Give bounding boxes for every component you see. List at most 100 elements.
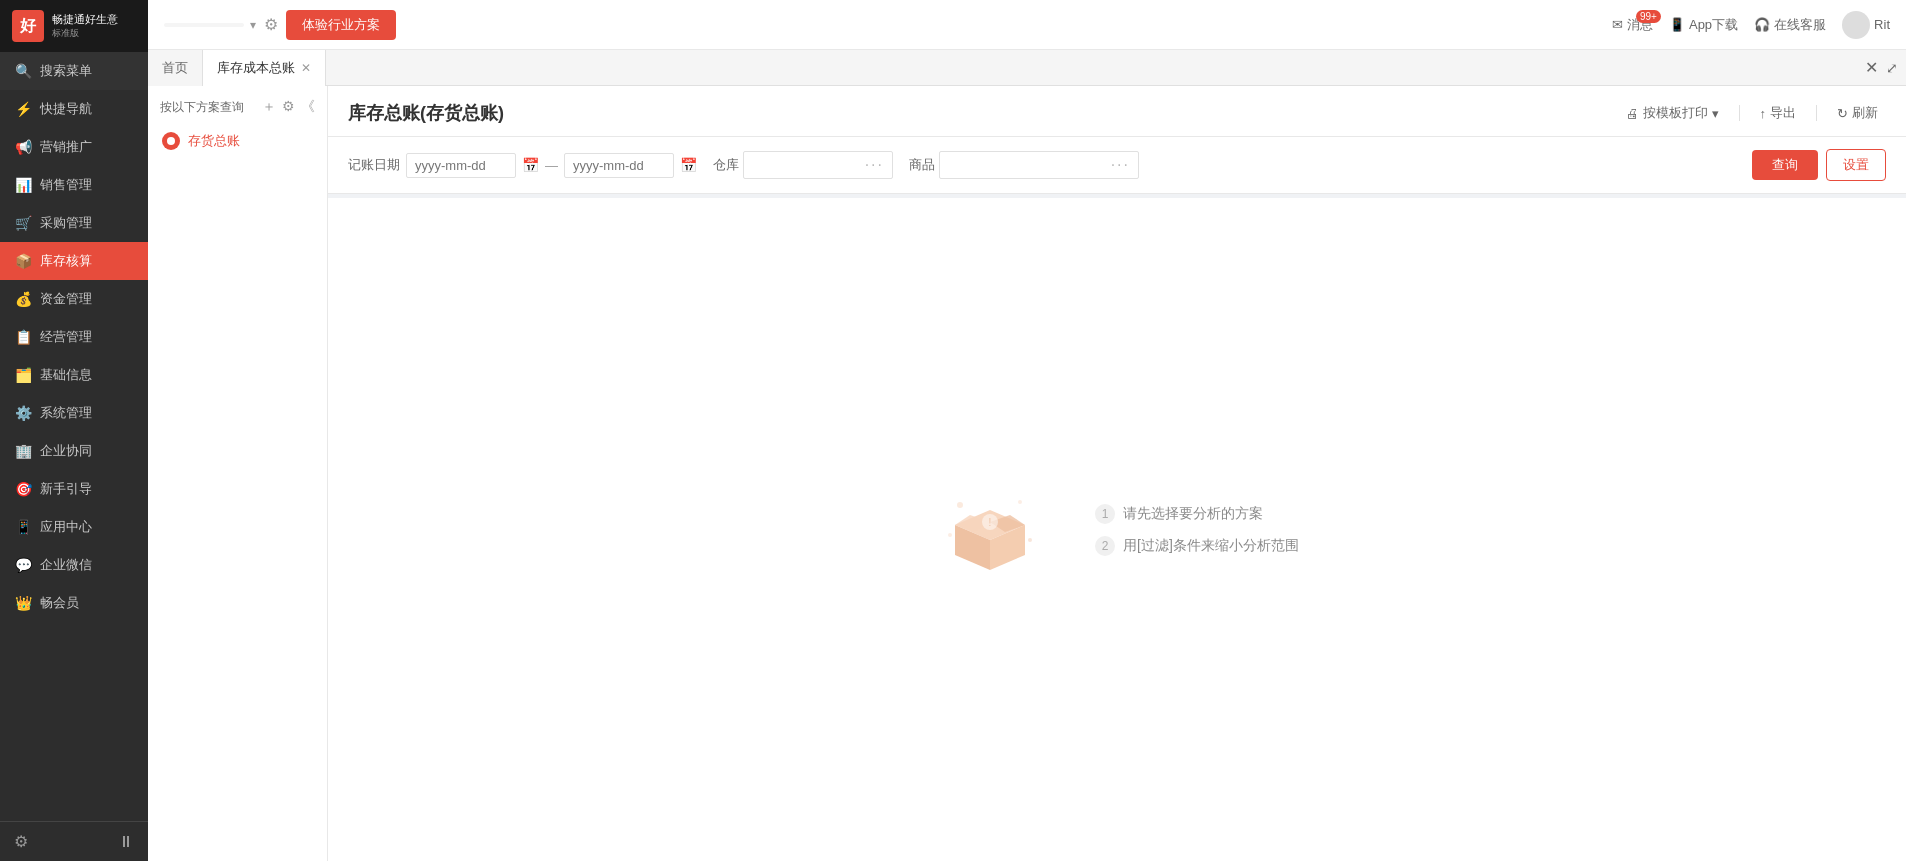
app-version: 标准版	[52, 27, 118, 40]
content-area: 库存总账(存货总账) 🖨 按模板打印 ▾ ↑ 导出 ↻ 刷	[328, 86, 1906, 861]
sidebar-item-marketing[interactable]: 📢 营销推广	[0, 128, 148, 166]
tab-home[interactable]: 首页	[148, 50, 203, 86]
sidebar-item-wechat[interactable]: 💬 企业微信	[0, 546, 148, 584]
panel-resize-button[interactable]: ⤢	[1886, 60, 1898, 76]
action-divider	[1739, 105, 1740, 121]
warehouse-select[interactable]: ···	[743, 151, 893, 179]
chevron-down-icon[interactable]: ▾	[250, 18, 256, 32]
sidebar-item-label: 企业协同	[40, 442, 92, 460]
sidebar-item-label: 畅会员	[40, 594, 79, 612]
print-button[interactable]: 🖨 按模板打印 ▾	[1618, 100, 1727, 126]
headset-icon: 🎧	[1754, 17, 1770, 32]
refresh-button[interactable]: ↻ 刷新	[1829, 100, 1886, 126]
collapse-filter-icon[interactable]: 《	[301, 98, 315, 116]
sidebar-item-enterprise[interactable]: 🏢 企业协同	[0, 432, 148, 470]
svg-point-11	[1028, 538, 1032, 542]
app-logo: 好 畅捷通好生意 标准版	[0, 0, 148, 52]
svg-point-10	[948, 533, 952, 537]
sidebar-item-label: 系统管理	[40, 404, 92, 422]
sidebar-nav: ⚡ 快捷导航 📢 营销推广 📊 销售管理 🛒 采购管理 📦 库存核算 💰 资金管…	[0, 90, 148, 821]
trial-button[interactable]: 体验行业方案	[286, 10, 396, 40]
sidebar-item-label: 应用中心	[40, 518, 92, 536]
filter-dot-icon	[162, 132, 180, 150]
print-dropdown-icon[interactable]: ▾	[1712, 106, 1719, 121]
topbar-settings-icon[interactable]: ⚙	[264, 15, 278, 34]
sales-icon: 📊	[14, 176, 32, 194]
date-from-input[interactable]	[406, 153, 516, 178]
main-area: ▾ ⚙ 体验行业方案 ✉ 消息 99+ 📱 App下载 🎧 在线客服 Rit	[148, 0, 1906, 861]
goods-label: 商品	[909, 156, 935, 174]
sidebar-item-purchase[interactable]: 🛒 采购管理	[0, 204, 148, 242]
action-divider2	[1816, 105, 1817, 121]
sidebar-item-inventory[interactable]: 📦 库存核算	[0, 242, 148, 280]
topbar-left: ▾ ⚙ 体验行业方案	[164, 10, 396, 40]
enterprise-icon: 🏢	[14, 442, 32, 460]
filter-item-inventory[interactable]: 存货总账	[148, 124, 327, 158]
tabbar: 首页 库存成本总账 ✕ ✕ ⤢	[148, 50, 1906, 86]
app-name: 畅捷通好生意	[52, 12, 118, 26]
settings-button[interactable]: 设置	[1826, 149, 1886, 181]
settings-footer-icon[interactable]: ⚙	[14, 832, 28, 851]
panel-close-button[interactable]: ✕	[1865, 58, 1878, 77]
add-filter-icon[interactable]: ＋	[262, 98, 276, 116]
tip-num-1: 1	[1095, 504, 1115, 524]
sidebar-item-system[interactable]: ⚙️ 系统管理	[0, 394, 148, 432]
app-download-label: App下载	[1689, 16, 1738, 34]
sidebar-item-label: 新手引导	[40, 480, 92, 498]
settings-filter-icon[interactable]: ⚙	[282, 98, 295, 116]
collapse-icon[interactable]: ⏸	[118, 833, 134, 851]
phone-icon: 📱	[1669, 17, 1685, 32]
goods-field: 商品 ···	[909, 151, 1139, 179]
vip-icon: 👑	[14, 594, 32, 612]
sidebar-item-vip[interactable]: 👑 畅会员	[0, 584, 148, 622]
calendar-from-icon[interactable]: 📅	[522, 157, 539, 173]
sidebar-item-operation[interactable]: 📋 经营管理	[0, 318, 148, 356]
tab-inventory-label: 库存成本总账	[217, 59, 295, 77]
logo-icon: 好	[12, 10, 44, 42]
search-menu-item[interactable]: 🔍 搜索菜单	[0, 52, 148, 90]
search-button[interactable]: 查询	[1752, 150, 1818, 180]
sidebar-item-newuser[interactable]: 🎯 新手引导	[0, 470, 148, 508]
system-icon: ⚙️	[14, 404, 32, 422]
calendar-to-icon[interactable]: 📅	[680, 157, 697, 173]
wechat-icon: 💬	[14, 556, 32, 574]
marketing-icon: 📢	[14, 138, 32, 156]
sidebar-item-basic[interactable]: 🗂️ 基础信息	[0, 356, 148, 394]
empty-state: ! 1 请先选择要分析的方案	[328, 198, 1906, 861]
tab-inventory-ledger[interactable]: 库存成本总账 ✕	[203, 50, 326, 86]
goods-select[interactable]: ···	[939, 151, 1139, 179]
sidebar-item-label: 库存核算	[40, 252, 92, 270]
purchase-icon: 🛒	[14, 214, 32, 232]
warehouse-field: 仓库 ···	[713, 151, 893, 179]
app-download-item[interactable]: 📱 App下载	[1669, 16, 1738, 34]
sidebar-item-shortcut[interactable]: ⚡ 快捷导航	[0, 90, 148, 128]
date-to-input[interactable]	[564, 153, 674, 178]
empty-tips: 1 请先选择要分析的方案 2 用[过滤]条件来缩小分析范围	[1095, 504, 1299, 556]
search-menu-label: 搜索菜单	[40, 62, 92, 80]
newuser-icon: 🎯	[14, 480, 32, 498]
shortcut-icon: ⚡	[14, 100, 32, 118]
goods-dots-icon: ···	[1111, 156, 1130, 174]
svg-point-0	[167, 137, 175, 145]
appstore-icon: 📱	[14, 518, 32, 536]
export-button[interactable]: ↑ 导出	[1752, 100, 1805, 126]
online-service-item[interactable]: 🎧 在线客服	[1754, 16, 1826, 34]
tab-close-icon[interactable]: ✕	[301, 61, 311, 75]
export-icon: ↑	[1760, 106, 1767, 121]
operation-icon: 📋	[14, 328, 32, 346]
date-separator: —	[545, 158, 558, 173]
basic-icon: 🗂️	[14, 366, 32, 384]
user-avatar	[1842, 11, 1870, 39]
svg-text:!: !	[989, 517, 992, 528]
sidebar-item-sales[interactable]: 📊 销售管理	[0, 166, 148, 204]
warehouse-label: 仓库	[713, 156, 739, 174]
user-item[interactable]: Rit	[1842, 11, 1890, 39]
tip-text-2: 用[过滤]条件来缩小分析范围	[1123, 537, 1299, 555]
filter-actions: ＋ ⚙ 《	[262, 98, 315, 116]
empty-inner: ! 1 请先选择要分析的方案	[935, 470, 1299, 590]
sidebar-item-finance[interactable]: 💰 资金管理	[0, 280, 148, 318]
sidebar-item-appstore[interactable]: 📱 应用中心	[0, 508, 148, 546]
messages-item[interactable]: ✉ 消息 99+	[1612, 16, 1653, 34]
online-service-label: 在线客服	[1774, 16, 1826, 34]
svg-point-9	[1018, 500, 1022, 504]
